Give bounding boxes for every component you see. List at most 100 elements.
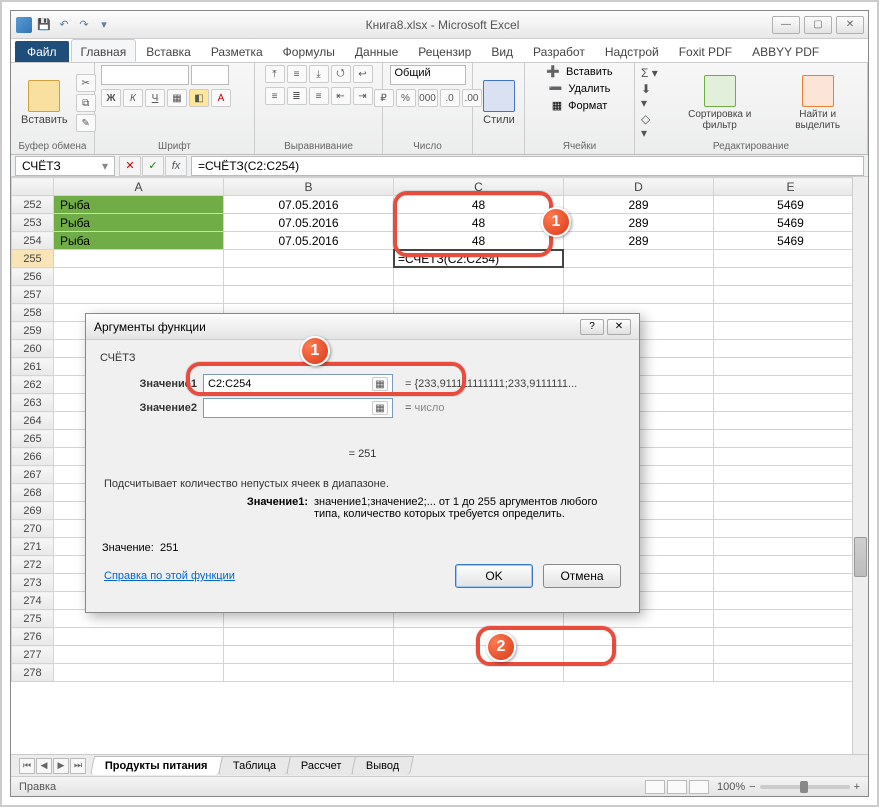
- styles-button[interactable]: Стили: [479, 78, 519, 128]
- align-center-icon[interactable]: ≣: [287, 87, 307, 105]
- vertical-scrollbar[interactable]: [852, 177, 868, 754]
- row-header[interactable]: 257: [12, 286, 54, 304]
- cell[interactable]: =СЧЁТЗ(C2:C254): [394, 250, 564, 268]
- row-header[interactable]: 263: [12, 394, 54, 412]
- cell[interactable]: [564, 646, 714, 664]
- enter-formula-icon[interactable]: ✓: [142, 156, 164, 176]
- row-header[interactable]: 260: [12, 340, 54, 358]
- cell[interactable]: [714, 304, 868, 322]
- cell[interactable]: [224, 664, 394, 682]
- indent-dec-icon[interactable]: ⇤: [331, 87, 351, 105]
- col-header[interactable]: B: [224, 178, 394, 196]
- cell[interactable]: [714, 268, 868, 286]
- row-header[interactable]: 269: [12, 502, 54, 520]
- cell[interactable]: [714, 664, 868, 682]
- row-header[interactable]: 268: [12, 484, 54, 502]
- cell[interactable]: [714, 556, 868, 574]
- tab-formulas[interactable]: Формулы: [273, 39, 345, 62]
- cell[interactable]: 289: [564, 232, 714, 250]
- minimize-button[interactable]: —: [772, 16, 800, 34]
- cell[interactable]: [714, 484, 868, 502]
- number-format-select[interactable]: Общий: [390, 65, 466, 85]
- row-header[interactable]: 278: [12, 664, 54, 682]
- sheet-tab[interactable]: Продукты питания: [90, 756, 223, 775]
- cell[interactable]: [394, 268, 564, 286]
- cell[interactable]: [714, 592, 868, 610]
- font-family-select[interactable]: [101, 65, 189, 85]
- cell[interactable]: [394, 628, 564, 646]
- tab-foxit[interactable]: Foxit PDF: [669, 39, 742, 62]
- tab-data[interactable]: Данные: [345, 39, 408, 62]
- cell[interactable]: [714, 646, 868, 664]
- tab-abbyy[interactable]: ABBYY PDF: [742, 39, 829, 62]
- scrollbar-thumb[interactable]: [854, 537, 867, 577]
- row-header[interactable]: 264: [12, 412, 54, 430]
- row-header[interactable]: 258: [12, 304, 54, 322]
- cell[interactable]: 5469: [714, 214, 868, 232]
- cell[interactable]: [564, 664, 714, 682]
- cell[interactable]: [564, 250, 714, 268]
- cell[interactable]: [54, 268, 224, 286]
- cell[interactable]: [714, 412, 868, 430]
- clear-icon[interactable]: ◇ ▾: [641, 112, 659, 140]
- row-header[interactable]: 259: [12, 322, 54, 340]
- cell[interactable]: [714, 286, 868, 304]
- cell[interactable]: 289: [564, 196, 714, 214]
- cell[interactable]: [54, 628, 224, 646]
- zoom-out-icon[interactable]: −: [749, 781, 755, 793]
- cell[interactable]: [564, 286, 714, 304]
- cells-format-button[interactable]: ▦ Формат: [552, 99, 607, 112]
- row-header[interactable]: 275: [12, 610, 54, 628]
- col-header[interactable]: C: [394, 178, 564, 196]
- row-header[interactable]: 267: [12, 466, 54, 484]
- fx-icon[interactable]: fx: [165, 156, 187, 176]
- orientation-icon[interactable]: ⭯: [331, 65, 351, 83]
- cell[interactable]: [714, 430, 868, 448]
- col-header[interactable]: E: [714, 178, 868, 196]
- cell[interactable]: [714, 520, 868, 538]
- italic-icon[interactable]: К: [123, 89, 143, 107]
- cell[interactable]: 07.05.2016: [224, 196, 394, 214]
- bold-icon[interactable]: Ж: [101, 89, 121, 107]
- cell[interactable]: 289: [564, 214, 714, 232]
- row-header[interactable]: 252: [12, 196, 54, 214]
- arg2-input[interactable]: ▦: [203, 398, 393, 418]
- tab-file[interactable]: Файл: [15, 41, 69, 62]
- dialog-close-button[interactable]: ✕: [607, 319, 631, 335]
- sheet-tab[interactable]: Вывод: [351, 756, 414, 775]
- qat-more-icon[interactable]: ▾: [95, 16, 113, 34]
- align-left-icon[interactable]: ≡: [265, 87, 285, 105]
- find-select-button[interactable]: Найти и выделить: [774, 73, 861, 133]
- range-picker-icon[interactable]: ▦: [372, 377, 388, 391]
- cell[interactable]: [714, 250, 868, 268]
- dialog-help-button[interactable]: ?: [580, 319, 604, 335]
- arg1-input[interactable]: C2:C254▦: [203, 374, 393, 394]
- ok-button[interactable]: OK: [455, 564, 533, 588]
- cell[interactable]: Рыба: [54, 214, 224, 232]
- tab-insert[interactable]: Вставка: [136, 39, 201, 62]
- inc-decimal-icon[interactable]: .0: [440, 89, 460, 107]
- fill-icon[interactable]: ⬇ ▾: [641, 82, 659, 110]
- maximize-button[interactable]: ▢: [804, 16, 832, 34]
- cell[interactable]: 48: [394, 196, 564, 214]
- currency-icon[interactable]: ₽: [374, 89, 394, 107]
- comma-icon[interactable]: 000: [418, 89, 438, 107]
- cell[interactable]: [394, 664, 564, 682]
- cell[interactable]: Рыба: [54, 196, 224, 214]
- tab-layout[interactable]: Разметка: [201, 39, 273, 62]
- tab-home[interactable]: Главная: [71, 39, 137, 62]
- row-header[interactable]: 255: [12, 250, 54, 268]
- font-size-select[interactable]: [191, 65, 229, 85]
- cell[interactable]: [564, 268, 714, 286]
- row-header[interactable]: 273: [12, 574, 54, 592]
- cell[interactable]: [714, 340, 868, 358]
- tab-view[interactable]: Вид: [481, 39, 523, 62]
- cell[interactable]: [714, 538, 868, 556]
- align-top-icon[interactable]: ⤒: [265, 65, 285, 83]
- cell[interactable]: 48: [394, 232, 564, 250]
- align-middle-icon[interactable]: ≡: [287, 65, 307, 83]
- cell[interactable]: [714, 358, 868, 376]
- cell[interactable]: [714, 466, 868, 484]
- cell[interactable]: 5469: [714, 196, 868, 214]
- tab-review[interactable]: Рецензир: [408, 39, 481, 62]
